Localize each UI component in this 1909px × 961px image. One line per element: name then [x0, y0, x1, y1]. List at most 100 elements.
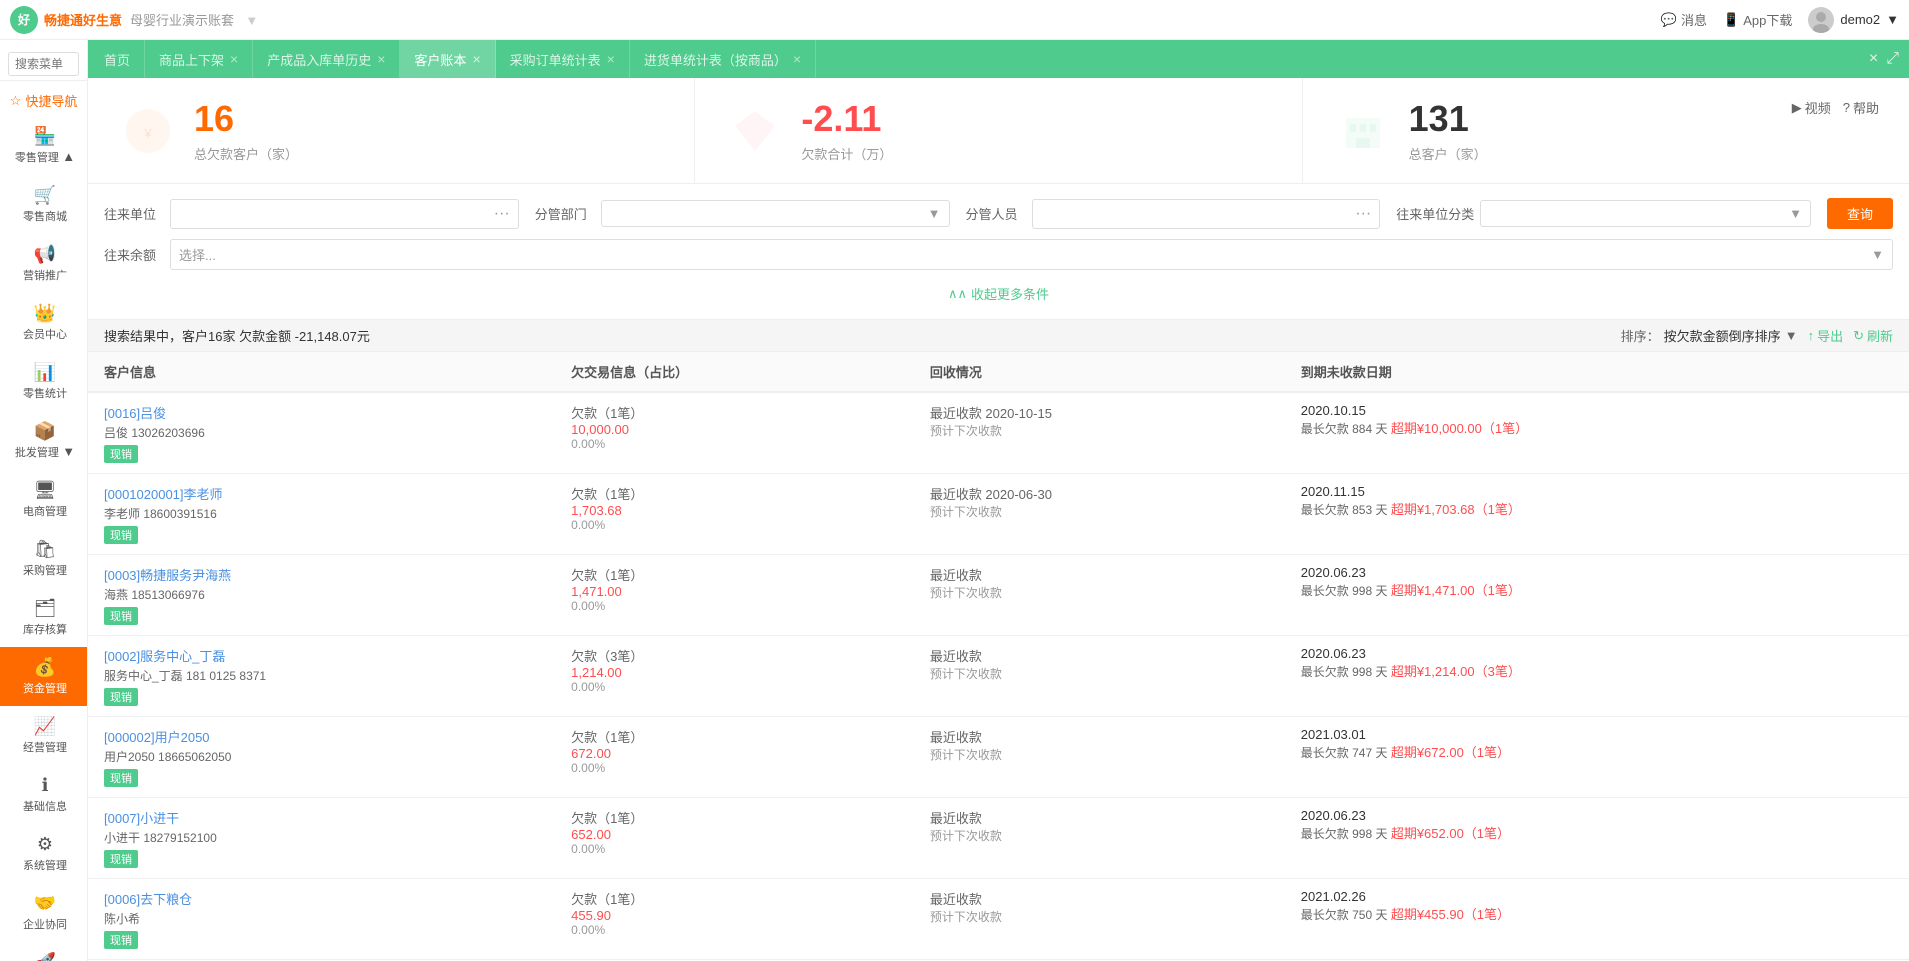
overdue-amount[interactable]: 超期¥652.00（1笔） — [1391, 826, 1510, 841]
sidebar-item-collab[interactable]: 🤝 企业协同 — [0, 883, 87, 942]
sort-chevron-icon: ▼ — [1785, 328, 1798, 343]
tab-home[interactable]: 首页 — [90, 40, 145, 78]
tab-purchase-stats[interactable]: 采购订单统计表 × — [496, 40, 630, 78]
overdue-amount[interactable]: 超期¥1,703.68（1笔） — [1391, 502, 1521, 517]
customer-tag: 现销 — [104, 445, 138, 463]
overdue-amount[interactable]: 超期¥455.90（1笔） — [1391, 907, 1510, 922]
filter-category: 往来单位分类 ▼ — [1396, 200, 1811, 227]
customer-name-link[interactable]: [0003]畅捷服务尹海燕 — [104, 565, 539, 584]
sidebar-item-ecommerce[interactable]: 🖥 电商管理 — [0, 470, 87, 529]
next-collect: 预计下次收款 — [930, 422, 1269, 439]
tab-close-goods-status[interactable]: × — [230, 52, 238, 66]
sidebar-item-wholesale[interactable]: 📦 批发管理 ▼ — [0, 411, 87, 470]
sidebar-item-members[interactable]: 👑 会员中心 — [0, 293, 87, 352]
sort-value[interactable]: 按欠款金额倒序排序 — [1664, 326, 1781, 345]
filter-input-unit[interactable]: ··· — [170, 199, 519, 229]
sidebar-item-system[interactable]: ⚙ 系统管理 — [0, 824, 87, 883]
filter-input-category[interactable]: ▼ — [1480, 200, 1811, 227]
customer-name-link[interactable]: [0002]服务中心_丁磊 — [104, 646, 539, 665]
sidebar-item-retail-mall[interactable]: 🛒 零售商城 — [0, 175, 87, 234]
last-collect: 最近收款 2020-06-30 — [930, 484, 1269, 503]
help-icon: ? — [1843, 100, 1850, 115]
overdue-info: 最长欠款 750 天 超期¥455.90（1笔） — [1301, 904, 1893, 923]
cell-customer-info: [0007]小进干 小进干 18279152100 现销 — [88, 798, 555, 879]
table-header-row: 客户信息 欠交易信息（占比） 回收情况 到期未收款日期 — [88, 352, 1909, 392]
tab-close-goods-stats[interactable]: × — [793, 52, 801, 66]
overdue-amount[interactable]: 超期¥672.00（1笔） — [1391, 745, 1510, 760]
col-due-date: 到期未收款日期 — [1285, 352, 1909, 392]
message-button[interactable]: 💬 消息 — [1661, 10, 1707, 29]
video-button[interactable]: ▶ 视频 — [1792, 98, 1831, 117]
tab-close-customer-account[interactable]: × — [472, 52, 480, 66]
search-input[interactable] — [8, 52, 79, 76]
filter-row-1: 往来单位 ··· 分管部门 ▼ — [104, 198, 1893, 229]
customer-name-link[interactable]: [0001020001]李老师 — [104, 484, 539, 503]
stat-body-total: 131 总客户（家） — [1409, 98, 1487, 163]
sidebar-label-retail-management: 零售管理 — [15, 152, 59, 164]
customer-name-link[interactable]: [0016]吕俊 — [104, 403, 539, 422]
customer-name-link[interactable]: [0007]小进干 — [104, 808, 539, 827]
tab-goods-status[interactable]: 商品上下架 × — [145, 40, 253, 78]
window-expand-button[interactable]: ⤢ — [1886, 50, 1899, 68]
refresh-button[interactable]: ↻ 刷新 — [1853, 326, 1893, 345]
overdue-amount[interactable]: 超期¥1,471.00（1笔） — [1391, 583, 1521, 598]
cell-debt-info: 欠款（3笔） 1,214.00 0.00% — [555, 636, 914, 717]
sidebar-item-basic-info[interactable]: ℹ 基础信息 — [0, 765, 87, 824]
cell-debt-info: 欠款（1笔） 672.00 0.00% — [555, 717, 914, 798]
sidebar-item-purchase[interactable]: 🛍 采购管理 — [0, 529, 87, 588]
sidebar-item-retail-stats[interactable]: 📊 零售统计 — [0, 352, 87, 411]
collapse-button[interactable]: ∧∧ 收起更多条件 — [948, 284, 1049, 303]
overdue-info: 最长欠款 998 天 超期¥1,214.00（3笔） — [1301, 661, 1893, 680]
help-button[interactable]: ? 帮助 — [1843, 98, 1879, 117]
customer-name-link[interactable]: [000002]用户2050 — [104, 727, 539, 746]
cell-customer-info: [0006]去下粮仓 陈小希 现销 — [88, 879, 555, 960]
table-row: [0016]吕俊 吕俊 13026203696 现销 欠款（1笔） 10,000… — [88, 392, 1909, 474]
tab-close-product-history[interactable]: × — [377, 52, 385, 66]
overdue-days: 最长欠款 998 天 — [1301, 827, 1391, 841]
sidebar-item-marketing[interactable]: 📢 营销推广 — [0, 234, 87, 293]
quick-nav[interactable]: ☆ 快捷导航 — [2, 85, 86, 116]
cell-due-date: 2020.10.15 最长欠款 884 天 超期¥10,000.00（1笔） — [1285, 392, 1909, 474]
customer-phone: 李老师 18600391516 — [104, 505, 539, 522]
tab-product-history[interactable]: 产成品入库单历史 × — [253, 40, 400, 78]
sidebar-item-finance[interactable]: 💰 资金管理 — [0, 647, 87, 706]
debt-text: 欠款（1笔） — [571, 727, 898, 746]
customer-name-link[interactable]: [0006]去下粮仓 — [104, 889, 539, 908]
stat-card-owing-customers: ¥ 16 总欠款客户（家） — [88, 78, 695, 183]
cell-due-date: 2020.06.23 最长欠款 998 天 超期¥652.00（1笔） — [1285, 798, 1909, 879]
overdue-amount[interactable]: 超期¥10,000.00（1笔） — [1391, 421, 1528, 436]
filter-input-person[interactable]: ··· — [1032, 199, 1381, 229]
retail-mall-icon: 🛒 — [7, 185, 83, 206]
money-icon: ¥ — [118, 101, 178, 161]
cell-collection: 最近收款 2020-10-15 预计下次收款 — [914, 392, 1285, 474]
window-close-button[interactable]: × — [1869, 50, 1878, 68]
cell-debt-info: 欠款（1笔） 1,703.68 0.00% — [555, 474, 914, 555]
tab-goods-stats[interactable]: 进货单统计表（按商品） × — [630, 40, 816, 78]
app-wrapper: 好 畅捷通好生意 母婴行业演示账套 ▼ 💬 消息 📱 App下载 demo2 ▼ — [0, 0, 1909, 961]
sidebar-item-retail-management[interactable]: 🏪 零售管理 ▲ — [0, 116, 87, 175]
search-button[interactable]: 查询 — [1827, 198, 1893, 229]
tab-customer-account[interactable]: 客户账本 × — [400, 40, 495, 78]
stat-top-right-actions: ▶ 视频 ? 帮助 — [1792, 98, 1879, 117]
customer-tag: 现销 — [104, 850, 138, 868]
sidebar-item-newbie[interactable]: 🚀 新手引导 — [0, 942, 87, 961]
operations-icon: 📈 — [7, 716, 83, 737]
tab-close-purchase-stats[interactable]: × — [607, 52, 615, 66]
overdue-info: 最长欠款 853 天 超期¥1,703.68（1笔） — [1301, 499, 1893, 518]
sidebar-item-inventory[interactable]: 🗂 库存核算 — [0, 588, 87, 647]
customer-tag: 现销 — [104, 931, 138, 949]
chevron-category-icon: ▼ — [1789, 206, 1802, 221]
export-button[interactable]: ↑ 导出 — [1808, 326, 1844, 345]
filter-input-dept[interactable]: ▼ — [601, 200, 950, 227]
cell-collection: 最近收款 预计下次收款 — [914, 717, 1285, 798]
next-collect: 预计下次收款 — [930, 503, 1269, 520]
filter-input-balance[interactable]: 选择... ▼ — [170, 239, 1893, 270]
system-icon: ⚙ — [7, 834, 83, 855]
overdue-amount[interactable]: 超期¥1,214.00（3笔） — [1391, 664, 1521, 679]
stat-card-debt-total: -2.11 欠款合计（万） — [695, 78, 1302, 183]
sidebar-item-operations[interactable]: 📈 经营管理 — [0, 706, 87, 765]
app-download-button[interactable]: 📱 App下载 — [1723, 10, 1792, 29]
overdue-info: 最长欠款 998 天 超期¥1,471.00（1笔） — [1301, 580, 1893, 599]
user-menu[interactable]: demo2 ▼ — [1808, 7, 1899, 33]
sort-control: 排序： 按欠款金额倒序排序 ▼ — [1621, 326, 1798, 345]
